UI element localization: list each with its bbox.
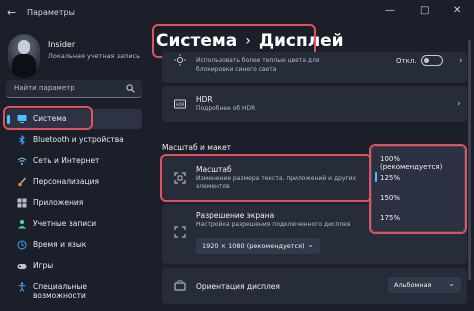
sidebar-item-label: Время и язык xyxy=(33,240,87,249)
scale-menu-highlight-frame xyxy=(369,144,467,234)
scrollbar[interactable] xyxy=(468,40,471,280)
sun-icon xyxy=(174,54,186,66)
sidebar-item-label: Сеть и Интернет xyxy=(33,156,100,165)
scale-highlight-frame xyxy=(160,154,372,202)
orientation-dropdown[interactable]: Альбомная ⌄ xyxy=(388,277,461,293)
sidebar-item-label: Приложения xyxy=(33,198,84,207)
back-arrow-icon[interactable]: ← xyxy=(7,6,16,19)
hdr-card[interactable]: HDR HDR Подробнее об HDR › xyxy=(162,86,467,122)
chevron-right-icon: › xyxy=(457,99,461,109)
account-type: Локальная учетная запись xyxy=(48,52,140,60)
hdr-title: HDR xyxy=(196,95,213,104)
avatar-head xyxy=(18,40,30,54)
resolution-subtitle: Настройка разрешения подключенного диспл… xyxy=(196,221,351,228)
minimize-button[interactable]: — xyxy=(385,5,395,16)
search-input[interactable]: Найти параметр xyxy=(6,80,142,98)
night-light-toggle[interactable] xyxy=(421,55,443,66)
chevron-down-icon: ⌄ xyxy=(448,279,455,288)
close-button[interactable]: ✕ xyxy=(453,5,461,16)
brush-icon xyxy=(18,177,27,187)
orientation-value: Альбомная xyxy=(394,281,432,289)
globe-clock-icon xyxy=(17,240,27,250)
orientation-title: Ориентация дисплея xyxy=(196,282,280,291)
search-icon xyxy=(126,84,135,93)
orientation-icon xyxy=(174,280,186,291)
resolution-icon xyxy=(174,226,186,238)
toggle-knob xyxy=(424,58,429,63)
person-icon xyxy=(18,219,26,229)
section-title: Масштаб и макет xyxy=(162,143,232,152)
apps-icon xyxy=(17,198,27,208)
sidebar-item-label: Bluetooth и устройства xyxy=(33,135,124,144)
avatar[interactable] xyxy=(8,34,40,78)
svg-text:HDR: HDR xyxy=(176,102,185,107)
sidebar-highlight-frame xyxy=(3,106,93,130)
sidebar-item-bluetooth[interactable]: Bluetooth и устройства xyxy=(6,130,142,150)
night-light-toggle-label: Откл. xyxy=(396,57,417,65)
resolution-value: 1920 × 1080 (рекомендуется) xyxy=(202,242,305,250)
search-placeholder: Найти параметр xyxy=(14,84,75,92)
sidebar: Insider Локальная учетная запись Найти п… xyxy=(0,26,150,311)
maximize-button[interactable]: □ xyxy=(420,5,429,16)
sidebar-item-label: Специальные возможности xyxy=(33,282,87,300)
sidebar-item-label: Персонализация xyxy=(33,177,99,186)
accessibility-icon xyxy=(18,282,26,292)
night-light-subtitle-2: блокировки синего света xyxy=(196,66,277,73)
sidebar-item-personalization[interactable]: Персонализация xyxy=(6,172,142,192)
title-bar: ← Параметры — □ ✕ xyxy=(0,0,474,26)
sidebar-item-accounts[interactable]: Учетные записи xyxy=(6,214,142,234)
sidebar-item-apps[interactable]: Приложения xyxy=(6,193,142,213)
user-name: Insider xyxy=(48,40,76,49)
sidebar-item-gaming[interactable]: Игры xyxy=(6,256,142,276)
bluetooth-icon xyxy=(19,135,25,145)
wifi-icon xyxy=(17,157,27,165)
sidebar-item-label: Игры xyxy=(33,261,54,270)
hdr-icon: HDR xyxy=(174,99,186,109)
gamepad-icon xyxy=(17,264,27,269)
chevron-down-icon: ⌄ xyxy=(307,240,314,249)
resolution-dropdown[interactable]: 1920 × 1080 (рекомендуется) ⌄ xyxy=(196,238,320,254)
sidebar-item-accessibility[interactable]: Специальные возможности xyxy=(6,277,142,300)
avatar-body xyxy=(12,54,36,78)
window-title: Параметры xyxy=(27,8,75,17)
hdr-subtitle[interactable]: Подробнее об HDR xyxy=(196,105,255,113)
sidebar-item-label: Учетные записи xyxy=(33,219,97,228)
sidebar-item-time-language[interactable]: Время и язык xyxy=(6,235,142,255)
sidebar-item-network[interactable]: Сеть и Интернет xyxy=(6,151,142,171)
night-light-subtitle: Использовать более теплые цвета для xyxy=(196,57,320,64)
resolution-title: Разрешение экрана xyxy=(196,211,275,220)
chevron-right-icon[interactable]: › xyxy=(459,56,463,66)
